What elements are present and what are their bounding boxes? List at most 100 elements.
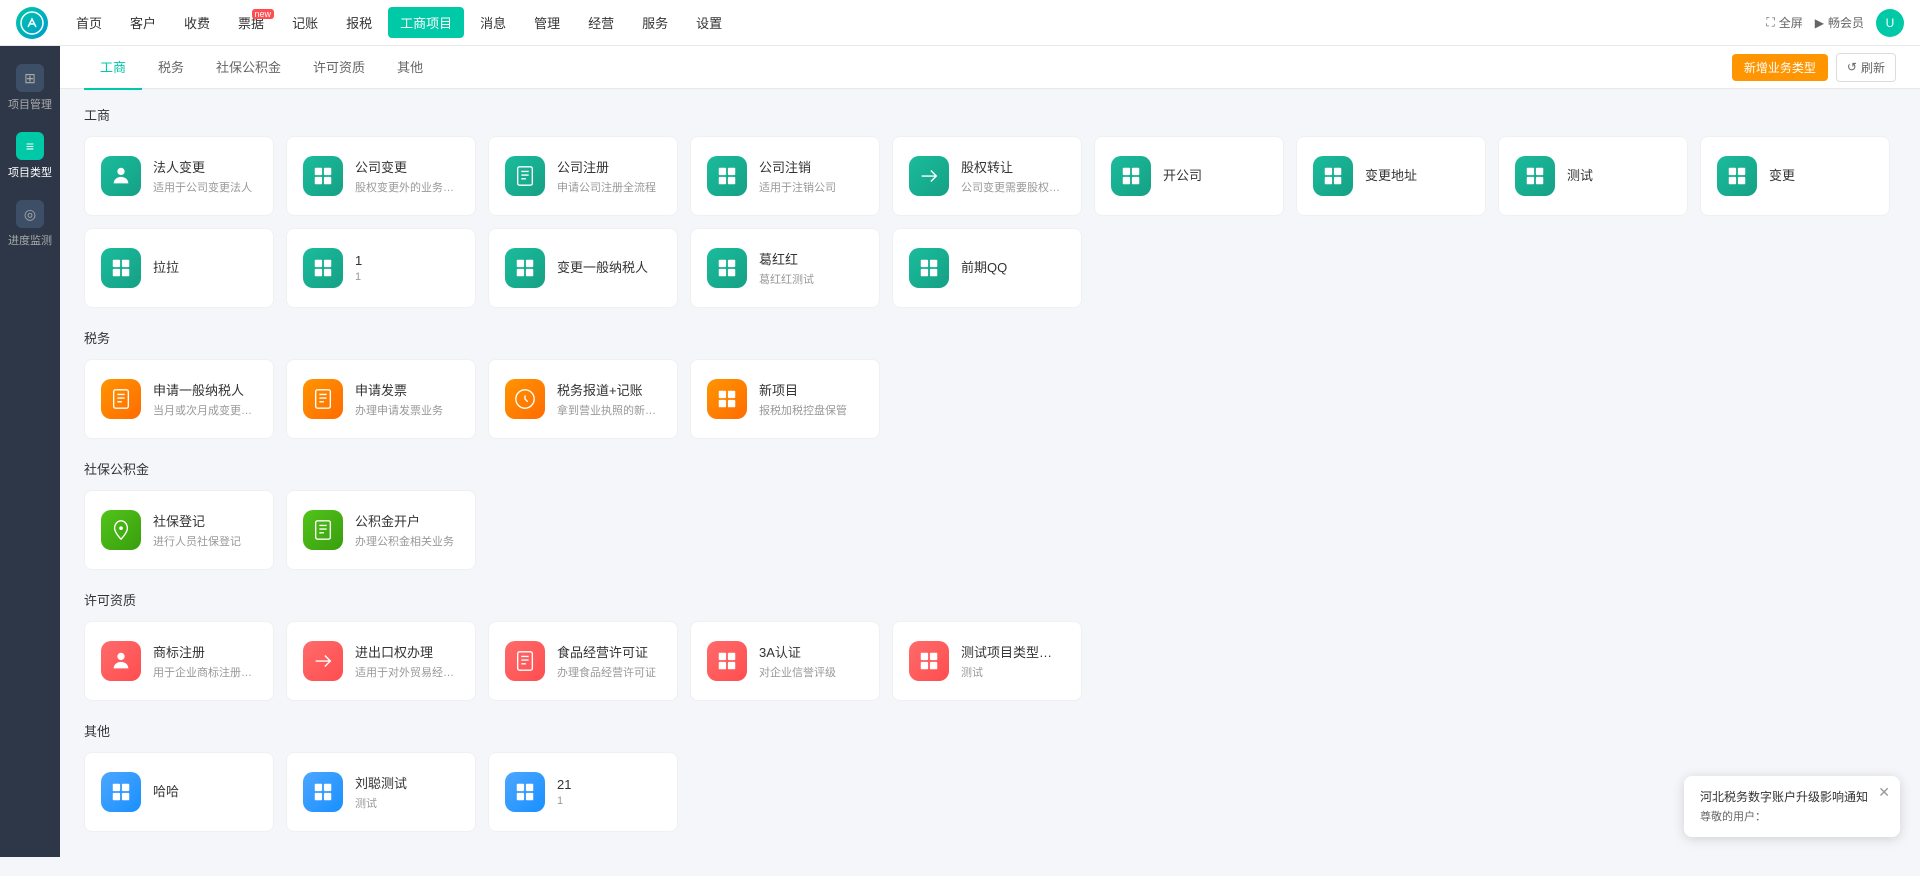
section-qita-title: 其他 (84, 721, 1896, 740)
sidebar-item-project-type[interactable]: ≡ 项目类型 (4, 124, 56, 188)
card-shenqing-fapiao[interactable]: 申请发票 办理申请发票业务 (286, 359, 476, 439)
gongjijin-icon (303, 510, 343, 550)
card21-icon (505, 772, 545, 812)
card-faren-biangeng[interactable]: 法人变更 适用于公司变更法人 (84, 136, 274, 216)
section-gongshang-title: 工商 (84, 105, 1896, 124)
tab-shebao[interactable]: 社保公积金 (200, 45, 297, 90)
gongsi-biangeng-icon (303, 156, 343, 196)
avatar[interactable]: U (1876, 9, 1904, 37)
notification-popup: ✕ 河北税务数字账户升级影响通知 尊敬的用户： (1684, 776, 1900, 838)
nav-accounting[interactable]: 记账 (280, 7, 330, 38)
card-21[interactable]: 21 1 (488, 752, 678, 832)
gehonghong-icon (707, 248, 747, 288)
shipin-icon (505, 641, 545, 681)
section-shebao-title: 社保公积金 (84, 459, 1896, 478)
card-biangeng[interactable]: 变更 (1700, 136, 1890, 216)
zhuce-icon (505, 156, 545, 196)
xuke-cards: 商标注册 用于企业商标注册服务 进出口权办理 适用于对外贸易经营者 (84, 621, 1896, 701)
fullscreen-button[interactable]: ⛶ 全屏 (1766, 14, 1802, 31)
card-gongsi-zhuce[interactable]: 公司注册 申请公司注册全流程 (488, 136, 678, 216)
nav-ticket[interactable]: 票据 new (226, 7, 276, 38)
card-1[interactable]: 1 1 (286, 228, 476, 308)
card-shebao-dengji[interactable]: 社保登记 进行人员社保登记 (84, 490, 274, 570)
card-kai-gongsi[interactable]: 开公司 (1094, 136, 1284, 216)
nav-message[interactable]: 消息 (468, 7, 518, 38)
card-gongjijin-kaihu[interactable]: 公积金开户 办理公积金相关业务 (286, 490, 476, 570)
fullscreen-icon: ⛶ (1766, 15, 1774, 30)
card-ceshi-type[interactable]: 测试项目类型目定义 测试 (892, 621, 1082, 701)
tab-qita[interactable]: 其他 (381, 45, 439, 90)
vip-button[interactable]: ▶ 畅会员 (1815, 14, 1864, 31)
card-shenqing-納税[interactable]: 申请一般纳税人 当月或次月成变更完成 (84, 359, 274, 439)
refresh-button[interactable]: ↺ 刷新 (1836, 53, 1896, 82)
biangeng-icon (1717, 156, 1757, 196)
shebao-cards: 社保登记 进行人员社保登记 公积金开户 办理公积金相关业务 (84, 490, 1896, 570)
nav-home[interactable]: 首页 (64, 7, 114, 38)
sidebar: ⊞ 项目管理 ≡ 项目类型 ◎ 进度监测 (0, 46, 60, 857)
card-shangbiao-zhuce[interactable]: 商标注册 用于企业商标注册服务 (84, 621, 274, 701)
jinchuko-icon (303, 641, 343, 681)
qq-icon (909, 248, 949, 288)
play-icon: ▶ (1815, 16, 1824, 30)
nav-service[interactable]: 服务 (630, 7, 680, 38)
content-area: 工商 法人变更 适用于公司变更法人 公司变更 (60, 105, 1920, 876)
card-xin-xiangmu[interactable]: 新项目 报税加税控盘保管 (690, 359, 880, 439)
card-biangeng-納税[interactable]: 变更一般纳税人 (488, 228, 678, 308)
new-business-type-button[interactable]: 新增业务类型 (1732, 54, 1828, 81)
card-ceshi[interactable]: 测试 (1498, 136, 1688, 216)
kai-gongsi-icon (1111, 156, 1151, 196)
zhuxiao-icon (707, 156, 747, 196)
nav-settings[interactable]: 设置 (684, 7, 734, 38)
nav-tax[interactable]: 报税 (334, 7, 384, 38)
notification-body: 尊敬的用户： (1700, 809, 1884, 826)
card-gongsi-biangeng[interactable]: 公司变更 股权变更外的业务变更 (286, 136, 476, 216)
nav-payment[interactable]: 收费 (172, 7, 222, 38)
card-lala[interactable]: 拉拉 (84, 228, 274, 308)
sidebar-item-project-manage[interactable]: ⊞ 项目管理 (4, 56, 56, 120)
shebao-icon (101, 510, 141, 550)
haha-icon (101, 772, 141, 812)
nav-right: ⛶ 全屏 ▶ 畅会员 U (1766, 9, 1904, 37)
ceshi-type-icon (909, 641, 949, 681)
card-haha[interactable]: 哈哈 (84, 752, 274, 832)
notification-close-button[interactable]: ✕ (1878, 784, 1890, 801)
card-shuiwu-baodao[interactable]: 税务报道+记账 拿到营业执照的新公司 (488, 359, 678, 439)
section-shuiwu-title: 税务 (84, 328, 1896, 347)
nav-operation[interactable]: 经营 (576, 7, 626, 38)
sub-tabs: 工商 税务 社保公积金 许可资质 其他 (60, 46, 1708, 88)
nav-manage[interactable]: 管理 (522, 7, 572, 38)
card-biangeng-dizhi[interactable]: 变更地址 (1296, 136, 1486, 216)
3a-icon (707, 641, 747, 681)
card-qianqi-qq[interactable]: 前期QQ (892, 228, 1082, 308)
card-jinchuko[interactable]: 进出口权办理 适用于对外贸易经营者 (286, 621, 476, 701)
tab-xuke[interactable]: 许可资质 (297, 45, 381, 90)
faren-icon (101, 156, 141, 196)
card-3a-renzheng[interactable]: 3A认证 对企业信誉评级 (690, 621, 880, 701)
refresh-icon: ↺ (1847, 60, 1857, 74)
app-logo (16, 7, 48, 39)
lala-icon (101, 248, 141, 288)
liucong-icon (303, 772, 343, 812)
sidebar-item-progress[interactable]: ◎ 进度监测 (4, 192, 56, 256)
tab-shuiwu[interactable]: 税务 (142, 45, 200, 90)
main-content: 工商 税务 社保公积金 许可资质 其他 新增业务类型 ↺ 刷新 工商 (60, 46, 1920, 876)
gongshang-cards: 法人变更 适用于公司变更法人 公司变更 股权变更外的业务变更 (84, 136, 1896, 308)
card1-icon (303, 248, 343, 288)
card-gehonghong[interactable]: 葛红红 葛红红测试 (690, 228, 880, 308)
tab-gongshang[interactable]: 工商 (84, 45, 142, 90)
card-guquan-zhuanrang[interactable]: 股权转让 公司变更需要股权转让 (892, 136, 1082, 216)
card-liucong[interactable]: 刘聪测试 测试 (286, 752, 476, 832)
card-shipin-xuke[interactable]: 食品经营许可证 办理食品经营许可证 (488, 621, 678, 701)
project-type-icon: ≡ (16, 132, 44, 160)
notification-title: 河北税务数字账户升级影响通知 (1700, 788, 1884, 805)
ceshi-icon (1515, 156, 1555, 196)
project-manage-icon: ⊞ (16, 64, 44, 92)
qita-cards: 哈哈 刘聪测试 测试 (84, 752, 1896, 832)
nav-business[interactable]: 工商项目 (388, 7, 464, 38)
progress-icon: ◎ (16, 200, 44, 228)
fapiao-icon (303, 379, 343, 419)
nav-customer[interactable]: 客户 (118, 7, 168, 38)
card-gongsi-zhuxiao[interactable]: 公司注销 适用于注销公司 (690, 136, 880, 216)
new-badge: new (252, 9, 275, 19)
納税-icon (505, 248, 545, 288)
